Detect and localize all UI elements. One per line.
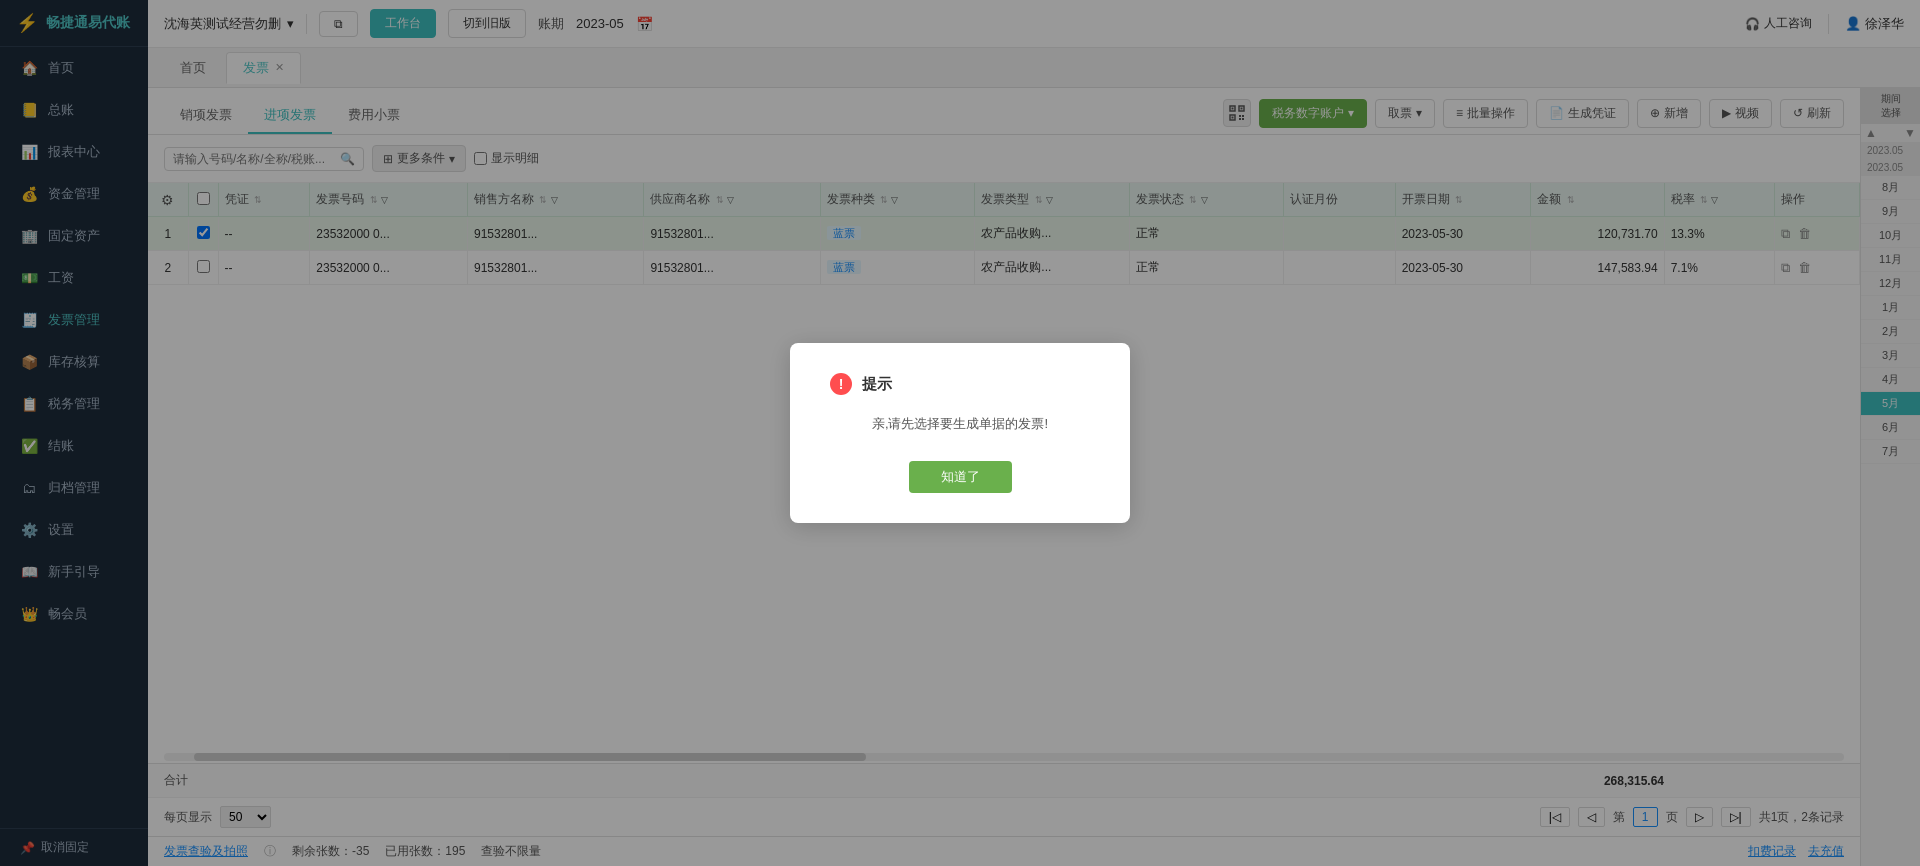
modal-overlay[interactable]: ! 提示 亲,请先选择要生成单据的发票! 知道了: [0, 0, 1920, 866]
modal-title-row: ! 提示: [830, 373, 892, 395]
modal-title: 提示: [862, 375, 892, 394]
modal-warning-icon: !: [830, 373, 852, 395]
alert-modal: ! 提示 亲,请先选择要生成单据的发票! 知道了: [790, 343, 1130, 523]
modal-confirm-btn[interactable]: 知道了: [909, 461, 1012, 493]
modal-message: 亲,请先选择要生成单据的发票!: [872, 415, 1048, 433]
